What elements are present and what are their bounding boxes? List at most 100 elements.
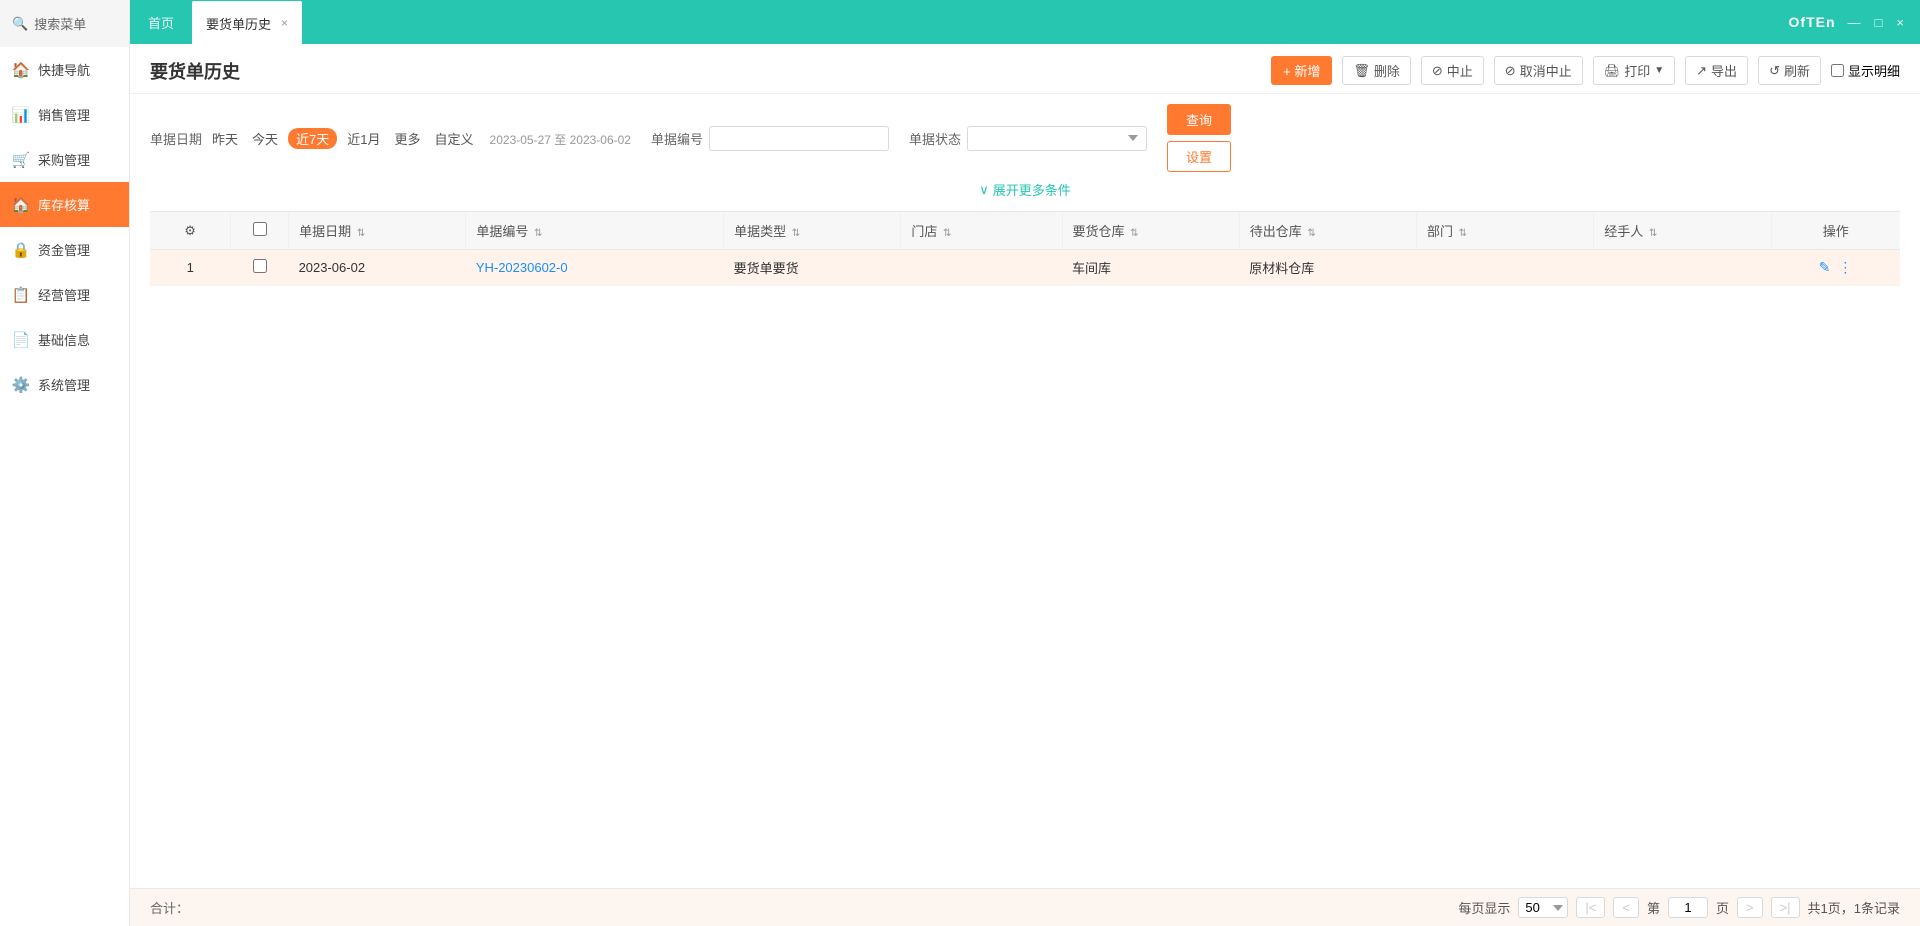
sidebar-item-label: 快捷导航 [38, 60, 90, 79]
th-wait-wh-sort-icon[interactable]: ⇅ [1307, 228, 1315, 239]
lock-icon: 🔒 [12, 241, 30, 259]
delete-button[interactable]: 🗑 删除 [1342, 56, 1411, 85]
doc-no-input[interactable] [709, 126, 889, 151]
action-icons-group: ✎ ⋮ [1781, 259, 1890, 276]
refresh-button[interactable]: ↺ 刷新 [1758, 56, 1821, 85]
search-icon: 🔍 [12, 16, 28, 32]
cancel-stop-icon: ⊘ [1505, 63, 1516, 79]
shortcut-today[interactable]: 今天 [248, 128, 282, 149]
th-no-label: 单据编号 [476, 224, 528, 239]
print-button[interactable]: 🖨 打印 ▼ [1593, 56, 1675, 85]
window-minimize-button[interactable]: — [1848, 15, 1861, 30]
status-select[interactable] [967, 126, 1147, 151]
page-input[interactable] [1668, 897, 1708, 918]
select-all-checkbox[interactable] [253, 222, 267, 236]
settings-button[interactable]: 设置 [1167, 141, 1231, 172]
shortcut-yesterday[interactable]: 昨天 [208, 128, 242, 149]
table-footer: 合计： 每页显示 20 50 100 200 |< < 第 页 > >| 共1页… [130, 888, 1920, 926]
stop-button[interactable]: ⊘ 中止 [1421, 56, 1484, 85]
th-date: 单据日期 ⇅ [289, 212, 466, 250]
query-button[interactable]: 查询 [1167, 104, 1231, 135]
row-store [901, 250, 1062, 286]
page-title: 要货单历史 [150, 58, 240, 84]
row-type: 要货单要货 [724, 250, 901, 286]
shortcut-more[interactable]: 更多 [391, 128, 425, 149]
last-page-button[interactable]: >| [1771, 897, 1800, 918]
table-row: 1 2023-06-02 YH-20230602-0 要货单要货 车间库 原材料… [150, 250, 1900, 286]
sidebar-item-inventory[interactable]: 🏠 库存核算 [0, 182, 129, 227]
th-store: 门店 ⇅ [901, 212, 1062, 250]
cancel-stop-label: 取消中止 [1520, 61, 1572, 80]
tab-close-icon[interactable]: × [281, 16, 288, 30]
next-page-button[interactable]: > [1737, 897, 1763, 918]
sidebar-item-purchase[interactable]: 🛒 采购管理 [0, 137, 129, 182]
sidebar-item-finance[interactable]: 🔒 资金管理 [0, 227, 129, 272]
sidebar-item-label: 基础信息 [38, 330, 90, 349]
sidebar-item-system[interactable]: ⚙️ 系统管理 [0, 362, 129, 407]
date-shortcuts: 昨天 今天 近7天 近1月 更多 自定义 [208, 128, 478, 149]
sidebar-item-quick-nav[interactable]: 🏠 快捷导航 [0, 47, 129, 92]
th-dept-label: 部门 [1427, 224, 1453, 239]
th-dept: 部门 ⇅ [1417, 212, 1594, 250]
gear-icon: ⚙️ [12, 376, 30, 394]
table-settings-col[interactable]: ⚙ [150, 212, 231, 250]
edit-icon[interactable]: ✎ [1819, 259, 1831, 276]
th-dept-sort-icon[interactable]: ⇅ [1459, 228, 1467, 239]
row-dept [1417, 250, 1594, 286]
per-page-select[interactable]: 20 50 100 200 [1518, 897, 1568, 918]
row-checkbox[interactable] [253, 259, 267, 273]
th-no-sort-icon[interactable]: ⇅ [534, 228, 542, 239]
total-info: 共1页，1条记录 [1808, 898, 1900, 917]
show-detail-checkbox[interactable] [1831, 64, 1844, 77]
doc-no-link[interactable]: YH-20230602-0 [476, 260, 568, 275]
sidebar-item-operation[interactable]: 📋 经营管理 [0, 272, 129, 317]
status-filter: 单据状态 [909, 126, 1147, 151]
print-icon: 🖨 [1604, 63, 1621, 79]
sidebar-item-basic-info[interactable]: 📄 基础信息 [0, 317, 129, 362]
th-action-label: 操作 [1823, 224, 1849, 239]
window-maximize-button[interactable]: □ [1875, 15, 1883, 30]
row-doc-no[interactable]: YH-20230602-0 [466, 250, 724, 286]
filter-bar: 单据日期 昨天 今天 近7天 近1月 更多 自定义 2023-05-27 至 2… [130, 94, 1920, 203]
export-button[interactable]: ↗ 导出 [1685, 56, 1748, 85]
export-icon: ↗ [1696, 63, 1707, 79]
topbar: 首页 要货单历史 × OfTEn — □ × [130, 0, 1920, 44]
sidebar-item-sales[interactable]: 📊 销售管理 [0, 92, 129, 137]
expand-more-button[interactable]: ∨ 展开更多条件 [150, 172, 1900, 203]
th-type-sort-icon[interactable]: ⇅ [792, 228, 800, 239]
page-suffix: 页 [1716, 898, 1729, 917]
sidebar-search-label: 搜索菜单 [34, 14, 86, 33]
tab-active[interactable]: 要货单历史 × [192, 1, 302, 45]
more-icon[interactable]: ⋮ [1838, 259, 1852, 276]
refresh-label: 刷新 [1784, 61, 1810, 80]
filter-row: 单据日期 昨天 今天 近7天 近1月 更多 自定义 2023-05-27 至 2… [150, 104, 1900, 172]
main-content: 首页 要货单历史 × OfTEn — □ × 要货单历史 + 新增 🗑 删除 [130, 0, 1920, 926]
th-handler: 经手人 ⇅ [1594, 212, 1771, 250]
show-detail-toggle[interactable]: 显示明细 [1831, 61, 1900, 80]
th-req-wh-label: 要货仓库 [1073, 224, 1125, 239]
shortcut-custom[interactable]: 自定义 [431, 128, 478, 149]
first-page-button[interactable]: |< [1576, 897, 1605, 918]
delete-icon: 🗑 [1353, 63, 1370, 79]
row-handler [1594, 250, 1771, 286]
window-controls: — □ × [1848, 15, 1904, 30]
th-date-label: 单据日期 [299, 224, 351, 239]
chart-icon: 📊 [12, 106, 30, 124]
th-wait-warehouse: 待出仓库 ⇅ [1239, 212, 1416, 250]
prev-page-button[interactable]: < [1613, 897, 1639, 918]
cancel-stop-button[interactable]: ⊘ 取消中止 [1494, 56, 1583, 85]
shortcut-7days[interactable]: 近7天 [288, 128, 337, 149]
window-close-button[interactable]: × [1896, 15, 1904, 30]
th-handler-sort-icon[interactable]: ⇅ [1649, 228, 1657, 239]
tab-home[interactable]: 首页 [130, 0, 192, 44]
row-req-warehouse: 车间库 [1062, 250, 1239, 286]
sidebar-search[interactable]: 🔍 搜索菜单 [0, 0, 129, 47]
page-header: 要货单历史 + 新增 🗑 删除 ⊘ 中止 ⊘ 取消中止 🖨 打印 [130, 44, 1920, 94]
show-detail-label: 显示明细 [1848, 61, 1900, 80]
th-req-wh-sort-icon[interactable]: ⇅ [1130, 228, 1138, 239]
new-button[interactable]: + 新增 [1271, 56, 1332, 85]
delete-label: 删除 [1374, 61, 1400, 80]
th-date-sort-icon[interactable]: ⇅ [357, 228, 365, 239]
shortcut-1month[interactable]: 近1月 [343, 128, 384, 149]
th-store-sort-icon[interactable]: ⇅ [943, 228, 951, 239]
